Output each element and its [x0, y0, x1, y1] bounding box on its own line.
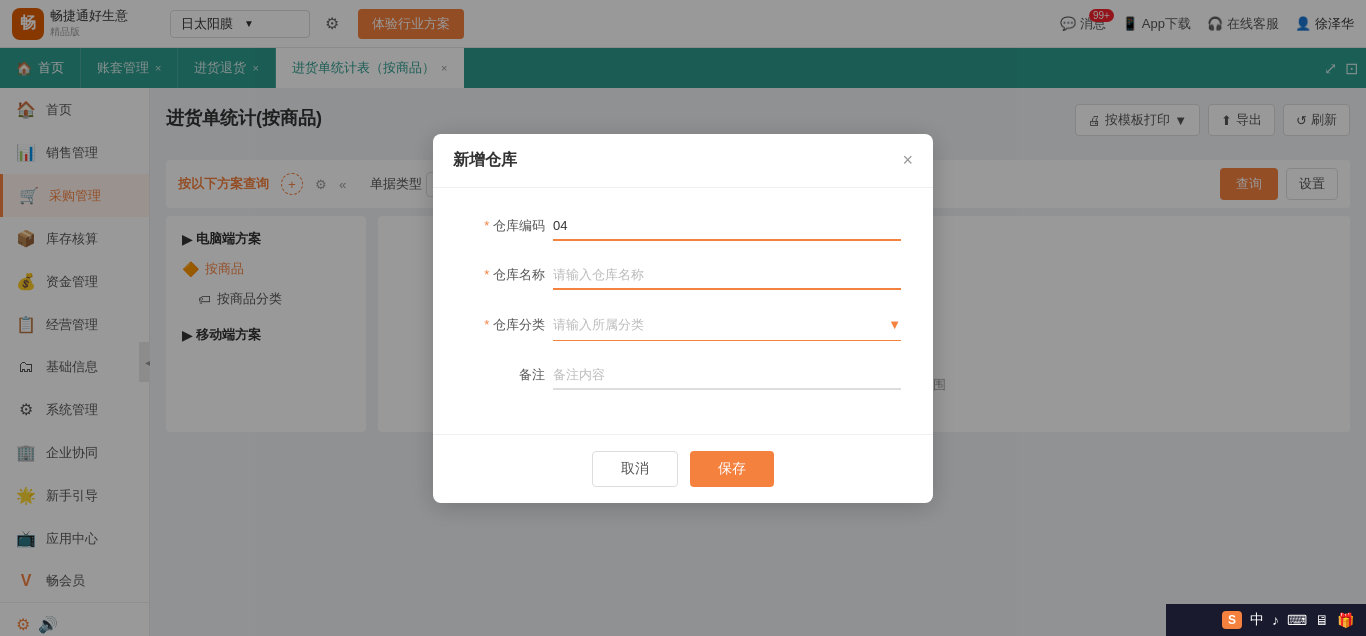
save-button[interactable]: 保存: [690, 451, 774, 487]
s-logo: S: [1222, 611, 1242, 629]
gift-icon[interactable]: 🎁: [1337, 612, 1354, 628]
modal-overlay[interactable]: 新增仓库 × 仓库编码 仓库名称 仓库分类 请输入所属分类 ▼: [0, 0, 1366, 636]
bottom-bar: S 中 ♪ ⌨ 🖥 🎁: [1166, 604, 1366, 636]
form-row-remarks: 备注: [465, 361, 901, 390]
lang-icon[interactable]: 中: [1250, 611, 1264, 629]
modal-close-icon[interactable]: ×: [902, 150, 913, 171]
modal-footer: 取消 保存: [433, 434, 933, 503]
keyboard-icon[interactable]: ⌨: [1287, 612, 1307, 628]
remarks-label: 备注: [465, 366, 545, 384]
warehouse-code-input[interactable]: [553, 212, 901, 241]
sound-icon[interactable]: ♪: [1272, 612, 1279, 628]
form-row-category: 仓库分类 请输入所属分类 ▼: [465, 310, 901, 341]
monitor-icon[interactable]: 🖥: [1315, 612, 1329, 628]
modal-header: 新增仓库 ×: [433, 134, 933, 188]
form-row-name: 仓库名称: [465, 261, 901, 290]
form-row-code: 仓库编码: [465, 212, 901, 241]
cancel-button[interactable]: 取消: [592, 451, 678, 487]
category-chevron-icon: ▼: [888, 317, 901, 332]
remarks-input[interactable]: [553, 361, 901, 390]
warehouse-name-label: 仓库名称: [465, 266, 545, 284]
warehouse-code-label: 仓库编码: [465, 217, 545, 235]
warehouse-category-label: 仓库分类: [465, 316, 545, 334]
warehouse-name-input[interactable]: [553, 261, 901, 290]
warehouse-category-select[interactable]: 请输入所属分类 ▼: [553, 310, 901, 341]
modal-add-warehouse: 新增仓库 × 仓库编码 仓库名称 仓库分类 请输入所属分类 ▼: [433, 134, 933, 503]
warehouse-category-placeholder: 请输入所属分类: [553, 316, 644, 334]
modal-body: 仓库编码 仓库名称 仓库分类 请输入所属分类 ▼ 备注: [433, 188, 933, 434]
modal-title: 新增仓库: [453, 150, 517, 171]
